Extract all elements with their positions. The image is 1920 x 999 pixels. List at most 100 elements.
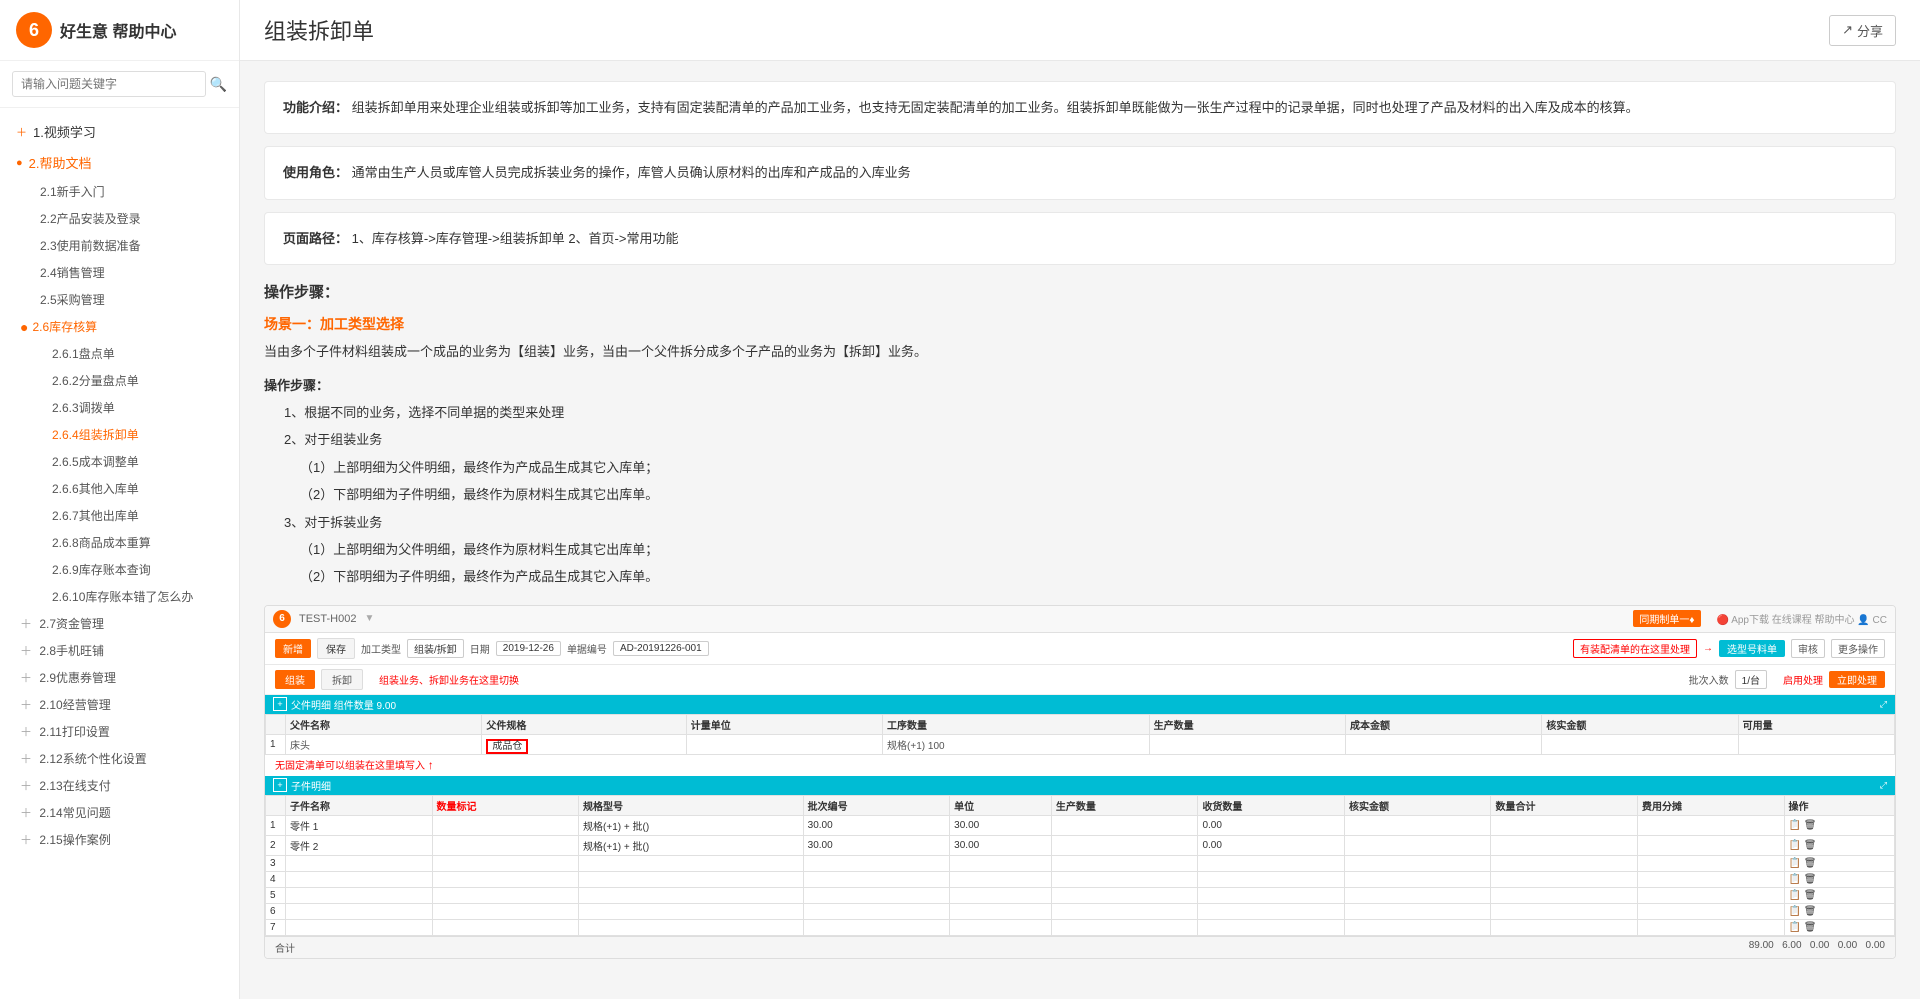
sidebar-item-stock-check[interactable]: 2.6.9库存账本查询 — [0, 556, 239, 583]
step3-2: （2）下部明细为子件明细，最终作为产成品生成其它入库单。 — [264, 565, 1896, 588]
annotation-no-fixed: 无固定清单可以组装在这里填写入 ↑ — [265, 755, 1895, 776]
th-avail-qty: 可用量 — [1738, 714, 1894, 734]
mock-tab-assembly[interactable]: 组装 — [275, 670, 315, 689]
sidebar-header: 6 好生意 帮助中心 — [0, 0, 239, 61]
sidebar-item-adjust[interactable]: 2.6.3调拨单 — [0, 394, 239, 421]
th-unit: 计量单位 — [686, 714, 882, 734]
mock-btn-save[interactable]: 保存 — [317, 638, 355, 659]
annotation-switch: 组装业务、拆卸业务在这里切换 — [379, 672, 519, 687]
step3: 3、对于拆装业务 — [264, 511, 1896, 534]
sidebar-item-cost-adj[interactable]: 2.6.5成本调整单 — [0, 448, 239, 475]
sidebar-item-mobile[interactable]: ＋ 2.8手机旺铺 — [0, 637, 239, 664]
sidebar-item-sales[interactable]: 2.4销售管理 — [0, 259, 239, 286]
sidebar-item-data-prep[interactable]: 2.3使用前数据准备 — [0, 232, 239, 259]
th-parent-spec: 父件规格 — [482, 714, 686, 734]
search-input[interactable] — [12, 71, 206, 97]
mock-red-box: 成品仓 — [486, 739, 528, 754]
mock-more-btn: 更多操作 — [1831, 639, 1885, 658]
sidebar-item-faq[interactable]: ＋ 2.14常见问题 — [0, 799, 239, 826]
mock-topbar-id: TEST-H002 — [299, 613, 356, 625]
plus-icon: ＋ — [16, 124, 27, 140]
scenario1-title: 场景一：加工类型选择 — [264, 314, 1896, 334]
sidebar-item-split-count[interactable]: 2.6.2分量盘点单 — [0, 367, 239, 394]
sidebar-item-inventory[interactable]: ● 2.6库存核算 — [0, 313, 239, 340]
mock-start-btn: 立即处理 — [1829, 671, 1885, 688]
sidebar-item-stock-count[interactable]: 2.6.1盘点单 — [0, 340, 239, 367]
sidebar: 6 好生意 帮助中心 🔍 ＋ 1.视频学习 ● 2.帮助文档 2.1新手入门 2… — [0, 0, 240, 999]
step1: 1、根据不同的业务，选择不同单据的类型来处理 — [264, 401, 1896, 424]
steps-title: 操作步骤： — [264, 374, 1896, 397]
table-row: 4📋 🗑 — [266, 871, 1895, 887]
arrow-clearance: → — [1703, 643, 1713, 654]
sidebar-item-print[interactable]: ＋ 2.11打印设置 — [0, 718, 239, 745]
mock-field-type-val: 组装/拆卸 — [407, 639, 464, 658]
table-row: 7📋 🗑 — [266, 919, 1895, 935]
share-icon: ↗ — [1842, 22, 1853, 38]
mock-parent-section-label: 父件明细 组件数量 9.00 — [291, 697, 396, 712]
mock-tab-disassembly[interactable]: 拆卸 — [321, 669, 363, 690]
mock-child-section-label: 子件明细 — [291, 778, 331, 793]
main-content: 组装拆卸单 ↗ 分享 功能介绍： 组装拆卸单用来处理企业组装或拆卸等加工业务，支… — [240, 0, 1920, 999]
scenario1-desc: 当由多个子件材料组装成一个成品的业务为【组装】业务，当由一个父件拆分成多个子产品… — [264, 340, 1896, 363]
mock-field-no-label: 单据编号 — [567, 641, 607, 656]
sidebar-item-system[interactable]: ＋ 2.12系统个性化设置 — [0, 745, 239, 772]
sidebar-item-coupon[interactable]: ＋ 2.9优惠券管理 — [0, 664, 239, 691]
intro-block: 功能介绍： 组装拆卸单用来处理企业组装或拆卸等加工业务，支持有固定装配清单的产品… — [264, 81, 1896, 134]
sidebar-item-cases[interactable]: ＋ 2.15操作案例 — [0, 826, 239, 853]
mock-expand-icon[interactable]: ⤢ — [1880, 699, 1887, 710]
path-block: 页面路径： 1、库存核算->库存管理->组装拆卸单 2、首页->常用功能 — [264, 212, 1896, 265]
sidebar-item-install[interactable]: 2.2产品安装及登录 — [0, 205, 239, 232]
mock-qty-label: 批次入数 — [1689, 672, 1729, 687]
main-header: 组装拆卸单 ↗ 分享 — [240, 0, 1920, 61]
mock-field-no-val: AD-20191226-001 — [613, 641, 709, 656]
table-row: 1 零件 1 规格(+1) + 批() 30.00 30.00 0.00 — [266, 815, 1895, 835]
mock-expand-child-icon[interactable]: ⤢ — [1880, 780, 1887, 791]
sidebar-item-purchase[interactable]: 2.5采购管理 — [0, 286, 239, 313]
mock-topbar-btn: 同期制单一♦ — [1633, 610, 1700, 627]
sidebar-item-other-out[interactable]: 2.6.7其他出库单 — [0, 502, 239, 529]
mock-add-child-btn[interactable]: + — [273, 778, 287, 792]
sidebar-item-operation[interactable]: ＋ 2.10经营管理 — [0, 691, 239, 718]
sidebar-item-video[interactable]: ＋ 1.视频学习 — [0, 116, 239, 147]
sidebar-item-cost-calc[interactable]: 2.6.8商品成本重算 — [0, 529, 239, 556]
sidebar-item-payment[interactable]: ＋ 2.13在线支付 — [0, 772, 239, 799]
minus-icon-inventory: ● — [20, 319, 28, 335]
screenshot-container: 6 TEST-H002 ▼ 同期制单一♦ 🔴 App下载 在线课程 帮助中心 👤… — [264, 605, 1896, 959]
minus-icon: ● — [16, 157, 23, 169]
share-button[interactable]: ↗ 分享 — [1829, 15, 1896, 46]
table-row: 5📋 🗑 — [266, 887, 1895, 903]
step2-2: （2）下部明细为子件明细，最终作为原材料生成其它出库单。 — [264, 483, 1896, 506]
role-block: 使用角色： 通常由生产人员或库管人员完成拆装业务的操作，库管人员确认原材料的出库… — [264, 146, 1896, 199]
table-row: 3📋 🗑 — [266, 855, 1895, 871]
app-logo: 6 — [16, 12, 52, 48]
mock-add-row-btn[interactable]: + — [273, 697, 287, 711]
mock-select-btn: 选型号料单 — [1719, 640, 1785, 657]
th-prod-qty: 生产数量 — [1149, 714, 1345, 734]
nav-tree: ＋ 1.视频学习 ● 2.帮助文档 2.1新手入门 2.2产品安装及登录 2.3… — [0, 108, 239, 999]
mock-field-type-label: 加工类型 — [361, 641, 401, 656]
child-table: 子件名称 数量标记 规格型号 批次编号 单位 生产数量 收货数量 核实金额 数量… — [265, 795, 1895, 936]
th-actual-amt: 核实金额 — [1542, 714, 1738, 734]
table-row: 1 床头 成品仓 规格(+1) 100 — [266, 734, 1895, 754]
sidebar-item-account-error[interactable]: 2.6.10库存账本错了怎么办 — [0, 583, 239, 610]
table-row: 2 零件 2 规格(+1) + 批() 30.00 30.00 0.00 — [266, 835, 1895, 855]
annotation-clearance: 有装配清单的在这里处理 — [1573, 639, 1697, 658]
search-box: 🔍 — [0, 61, 239, 108]
step3-1: （1）上部明细为父件明细，最终作为原材料生成其它出库单； — [264, 538, 1896, 561]
parent-table: 父件名称 父件规格 计量单位 工序数量 生产数量 成本金额 核实金额 可用量 — [265, 714, 1895, 755]
step2: 2、对于组装业务 — [264, 428, 1896, 451]
mock-btn-new[interactable]: 新增 — [275, 639, 311, 658]
sidebar-item-newbie[interactable]: 2.1新手入门 — [0, 178, 239, 205]
sidebar-item-docs[interactable]: ● 2.帮助文档 — [0, 147, 239, 178]
mock-field-date-val: 2019-12-26 — [496, 641, 561, 656]
search-button[interactable]: 🔍 — [210, 76, 227, 93]
totals-row: 合计 89.00 6.00 0.00 0.00 0.00 — [265, 936, 1895, 958]
mock-icons-row: 🔴 App下载 在线课程 帮助中心 👤 CC — [1717, 611, 1887, 626]
step2-1: （1）上部明细为父件明细，最终作为产成品生成其它入库单； — [264, 456, 1896, 479]
sidebar-item-other-in[interactable]: 2.6.6其他入库单 — [0, 475, 239, 502]
mock-field-date-label: 日期 — [470, 641, 490, 656]
th-cost-amt: 成本金额 — [1345, 714, 1541, 734]
sidebar-item-assembly[interactable]: 2.6.4组装拆卸单 — [0, 421, 239, 448]
sidebar-item-finance[interactable]: ＋ 2.7资金管理 — [0, 610, 239, 637]
app-title: 好生意 帮助中心 — [60, 18, 176, 42]
